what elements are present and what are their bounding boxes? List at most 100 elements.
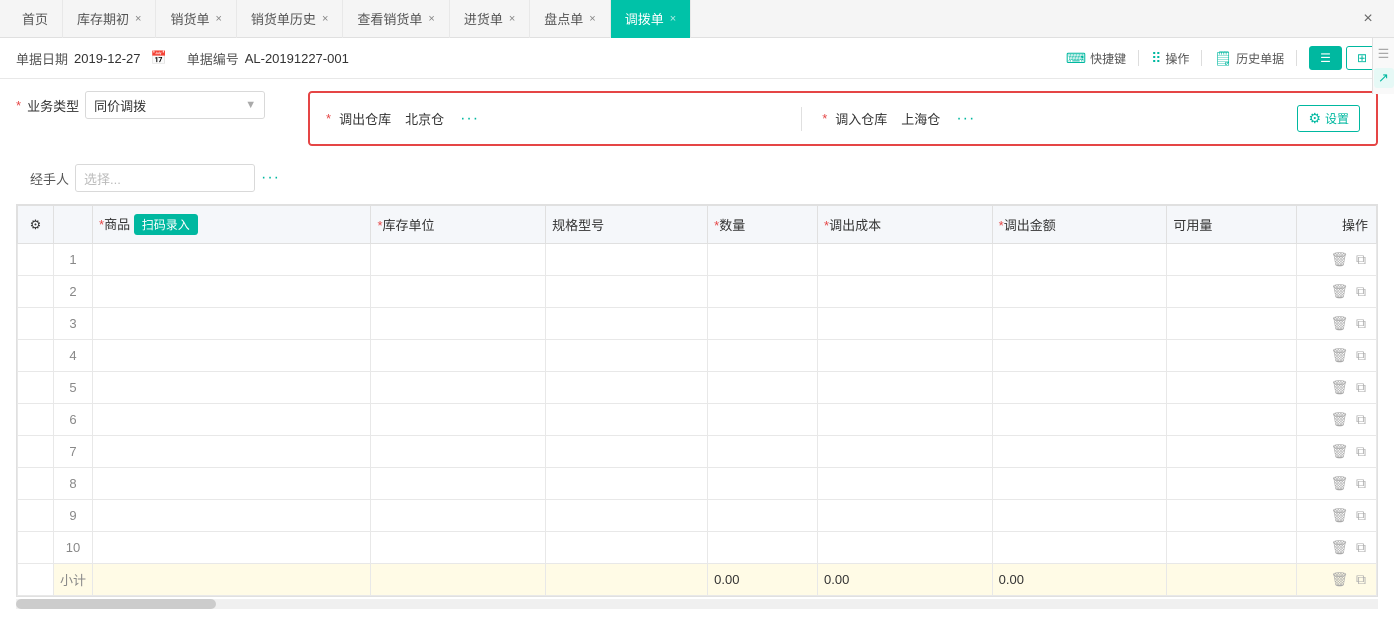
row-qty-3[interactable] <box>708 308 818 340</box>
scroll-area[interactable] <box>16 599 1378 609</box>
row-delete-icon[interactable]: 🗑 <box>1331 539 1349 555</box>
row-product-5[interactable] <box>93 372 371 404</box>
tab-purchase[interactable]: 进货单 × <box>450 0 530 38</box>
row-unit-1[interactable] <box>371 244 546 276</box>
side-expand-icon[interactable]: ↗ <box>1374 68 1394 88</box>
row-unit-9[interactable] <box>371 500 546 532</box>
row-delete-icon[interactable]: 🗑 <box>1331 283 1349 299</box>
row-cost-2[interactable] <box>818 276 993 308</box>
out-warehouse-dots[interactable]: ··· <box>460 110 479 128</box>
row-product-7[interactable] <box>93 436 371 468</box>
row-copy-icon[interactable]: ⧉ <box>1356 251 1366 267</box>
row-amount-5[interactable] <box>992 372 1167 404</box>
row-product-4[interactable] <box>93 340 371 372</box>
row-product-6[interactable] <box>93 404 371 436</box>
tab-view-sales-close[interactable]: × <box>428 13 434 25</box>
row-product-2[interactable] <box>93 276 371 308</box>
tab-sales-history-close[interactable]: × <box>322 13 328 25</box>
row-spec-10[interactable] <box>546 532 708 564</box>
row-delete-icon[interactable]: 🗑 <box>1331 475 1349 491</box>
row-amount-3[interactable] <box>992 308 1167 340</box>
scan-btn[interactable]: 扫码录入 <box>134 214 198 235</box>
row-qty-4[interactable] <box>708 340 818 372</box>
row-spec-9[interactable] <box>546 500 708 532</box>
in-warehouse-dots[interactable]: ··· <box>956 110 975 128</box>
tab-view-sales[interactable]: 查看销货单 × <box>343 0 449 38</box>
row-delete-icon[interactable]: 🗑 <box>1331 315 1349 331</box>
row-cost-8[interactable] <box>818 468 993 500</box>
row-delete-icon[interactable]: 🗑 <box>1331 411 1349 427</box>
tab-sales-order[interactable]: 销货单 × <box>156 0 236 38</box>
handler-dots[interactable]: ··· <box>261 169 280 187</box>
tab-sales-order-close[interactable]: × <box>215 13 221 25</box>
row-qty-2[interactable] <box>708 276 818 308</box>
row-delete-icon[interactable]: 🗑 <box>1331 379 1349 395</box>
tab-inventory-check-close[interactable]: × <box>589 13 595 25</box>
row-cost-6[interactable] <box>818 404 993 436</box>
row-copy-icon[interactable]: ⧉ <box>1356 507 1366 523</box>
table-gear-col[interactable]: ⚙ <box>18 206 54 244</box>
row-amount-4[interactable] <box>992 340 1167 372</box>
row-copy-icon[interactable]: ⧉ <box>1356 379 1366 395</box>
row-amount-2[interactable] <box>992 276 1167 308</box>
row-qty-7[interactable] <box>708 436 818 468</box>
shortcut-action[interactable]: ⌨ 快捷键 <box>1066 50 1126 67</box>
tab-home[interactable]: 首页 <box>8 0 63 38</box>
row-amount-10[interactable] <box>992 532 1167 564</box>
row-cost-1[interactable] <box>818 244 993 276</box>
row-amount-9[interactable] <box>992 500 1167 532</box>
row-spec-7[interactable] <box>546 436 708 468</box>
row-cost-5[interactable] <box>818 372 993 404</box>
row-unit-4[interactable] <box>371 340 546 372</box>
row-qty-6[interactable] <box>708 404 818 436</box>
row-cost-7[interactable] <box>818 436 993 468</box>
row-spec-6[interactable] <box>546 404 708 436</box>
side-list-icon[interactable]: ☰ <box>1374 44 1394 64</box>
tab-inventory-init[interactable]: 库存期初 × <box>63 0 156 38</box>
tab-inventory-init-close[interactable]: × <box>135 13 141 25</box>
row-copy-icon[interactable]: ⧉ <box>1356 539 1366 555</box>
row-product-10[interactable] <box>93 532 371 564</box>
layout-btn1[interactable]: ☰ <box>1309 46 1342 70</box>
row-qty-9[interactable] <box>708 500 818 532</box>
row-unit-2[interactable] <box>371 276 546 308</box>
tab-transfer-close[interactable]: × <box>670 13 676 25</box>
row-delete-icon[interactable]: 🗑 <box>1331 507 1349 523</box>
row-unit-7[interactable] <box>371 436 546 468</box>
row-unit-8[interactable] <box>371 468 546 500</box>
row-unit-3[interactable] <box>371 308 546 340</box>
row-product-1[interactable] <box>93 244 371 276</box>
row-spec-2[interactable] <box>546 276 708 308</box>
row-copy-icon[interactable]: ⧉ <box>1356 347 1366 363</box>
row-spec-5[interactable] <box>546 372 708 404</box>
history-action[interactable]: 🗒 历史单据 <box>1214 50 1284 67</box>
row-unit-10[interactable] <box>371 532 546 564</box>
row-copy-icon[interactable]: ⧉ <box>1356 315 1366 331</box>
row-cost-10[interactable] <box>818 532 993 564</box>
row-amount-8[interactable] <box>992 468 1167 500</box>
row-delete-icon[interactable]: 🗑 <box>1331 443 1349 459</box>
row-unit-5[interactable] <box>371 372 546 404</box>
tab-transfer[interactable]: 调拨单 × <box>611 0 691 38</box>
tab-sales-history[interactable]: 销货单历史 × <box>237 0 343 38</box>
row-cost-4[interactable] <box>818 340 993 372</box>
row-unit-6[interactable] <box>371 404 546 436</box>
settings-button[interactable]: ⚙ 设置 <box>1297 105 1360 132</box>
row-copy-icon[interactable]: ⧉ <box>1356 571 1366 587</box>
row-qty-8[interactable] <box>708 468 818 500</box>
row-copy-icon[interactable]: ⧉ <box>1356 411 1366 427</box>
row-delete-icon[interactable]: 🗑 <box>1331 571 1349 587</box>
row-spec-1[interactable] <box>546 244 708 276</box>
row-product-3[interactable] <box>93 308 371 340</box>
row-cost-3[interactable] <box>818 308 993 340</box>
scroll-thumb[interactable] <box>16 599 216 609</box>
row-cost-9[interactable] <box>818 500 993 532</box>
row-spec-4[interactable] <box>546 340 708 372</box>
operation-action[interactable]: ⠿ 操作 <box>1151 50 1189 67</box>
calendar-icon[interactable]: 📅 <box>151 50 167 66</box>
row-product-8[interactable] <box>93 468 371 500</box>
row-delete-icon[interactable]: 🗑 <box>1331 347 1349 363</box>
row-copy-icon[interactable]: ⧉ <box>1356 475 1366 491</box>
row-copy-icon[interactable]: ⧉ <box>1356 443 1366 459</box>
row-spec-8[interactable] <box>546 468 708 500</box>
